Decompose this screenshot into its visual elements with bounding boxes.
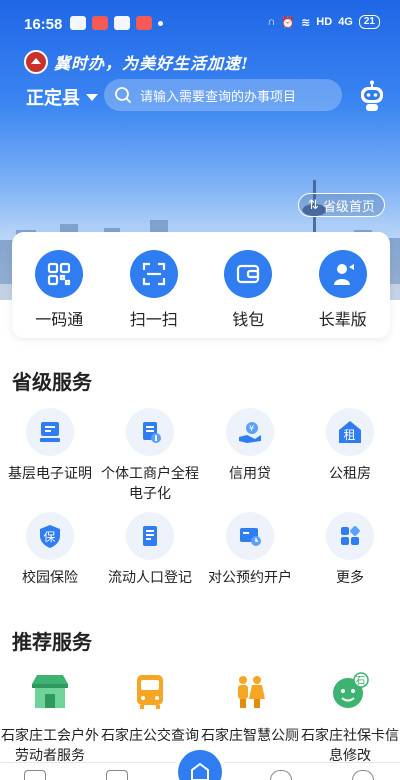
service-label: 公租房 bbox=[329, 465, 371, 481]
smart-toilet-icon bbox=[224, 666, 276, 718]
recommended-item[interactable]: 石 石家庄社保卡信息修改 bbox=[300, 666, 400, 765]
rent-house-icon: 租 bbox=[326, 408, 374, 456]
app-notification-icon bbox=[92, 16, 108, 30]
service-item[interactable]: 保 校园保险 bbox=[0, 512, 100, 587]
provincial-services-row-2: 保 校园保险 流动人口登记 对公预约开户 更多 bbox=[0, 512, 400, 587]
business-doc-icon bbox=[126, 408, 174, 456]
service-label: 校园保险 bbox=[22, 569, 78, 585]
service-label: 基层电子证明 bbox=[8, 465, 92, 481]
credit-loan-icon: ¥ bbox=[226, 408, 274, 456]
search-placeholder: 请输入需要查询的办事项目 bbox=[140, 88, 297, 104]
service-item[interactable]: 租 公租房 bbox=[300, 408, 400, 503]
service-label: 对公预约开户 bbox=[208, 569, 292, 585]
provincial-home-button[interactable]: ⇅ 省级首页 bbox=[298, 193, 385, 217]
provincial-services-title: 省级服务 bbox=[12, 372, 92, 394]
certificate-icon bbox=[26, 408, 74, 456]
headphone-icon: ∩ bbox=[267, 16, 276, 28]
quick-action-elder-mode[interactable]: 长辈版 bbox=[308, 250, 378, 338]
signal-icon: 4G bbox=[338, 16, 353, 28]
house-icon bbox=[191, 762, 209, 780]
news-icon bbox=[136, 16, 152, 30]
status-bar: 16:58 ∩ ⏰ ≋ HD 4G 21 bbox=[0, 0, 400, 46]
service-item[interactable]: 流动人口登记 bbox=[100, 512, 200, 587]
slogan-text: 冀时办，为美好生活加速! bbox=[54, 54, 250, 73]
recommended-item[interactable]: 石家庄公交查询 bbox=[100, 666, 200, 765]
social-security-icon: 石 bbox=[324, 666, 376, 718]
recommended-item[interactable]: 石家庄工会户外劳动者服务 bbox=[0, 666, 100, 765]
search-icon bbox=[115, 87, 131, 103]
quick-action-label: 一码通 bbox=[35, 312, 84, 329]
notification-icon bbox=[70, 16, 86, 30]
recommended-label: 石家庄智慧公厕 bbox=[201, 727, 299, 743]
service-label: 更多 bbox=[336, 569, 364, 585]
svg-text:¥: ¥ bbox=[249, 424, 254, 433]
search-input[interactable]: 请输入需要查询的办事项目 bbox=[104, 79, 342, 111]
robot-assistant-icon[interactable] bbox=[356, 80, 388, 112]
qr-code-icon bbox=[35, 250, 84, 298]
service-label: 流动人口登记 bbox=[108, 569, 192, 585]
bus-icon bbox=[124, 666, 176, 718]
wifi-icon: ≋ bbox=[301, 16, 311, 29]
quick-actions-card: 一码通 扫一扫 钱包 长辈版 bbox=[12, 232, 390, 338]
swap-icon: ⇅ bbox=[308, 197, 319, 212]
battery-icon: 21 bbox=[358, 15, 380, 29]
location-selector[interactable]: 正定县 bbox=[26, 84, 98, 110]
quick-action-label: 钱包 bbox=[232, 312, 265, 329]
app-emblem-icon bbox=[24, 50, 48, 74]
recommended-label: 石家庄工会户外劳动者服务 bbox=[1, 727, 99, 763]
service-item[interactable]: 更多 bbox=[300, 512, 400, 587]
more-notifications-icon bbox=[158, 21, 163, 26]
quick-action-label: 长辈版 bbox=[318, 312, 367, 329]
status-time: 16:58 bbox=[24, 16, 63, 33]
services-tab-icon[interactable] bbox=[106, 770, 128, 780]
recommended-services-title: 推荐服务 bbox=[12, 632, 92, 654]
provincial-services-row-1: 基层电子证明 个体工商户全程电子化 ¥ 信用贷 租 公租房 bbox=[0, 408, 400, 503]
network-type: HD bbox=[316, 16, 333, 28]
social-security-glyph: 石 bbox=[356, 676, 366, 687]
service-item[interactable]: 个体工商户全程电子化 bbox=[100, 408, 200, 503]
elder-mode-icon bbox=[318, 250, 367, 298]
scan-icon bbox=[129, 250, 178, 298]
service-label: 信用贷 bbox=[229, 465, 271, 481]
rent-house-glyph: 租 bbox=[344, 428, 356, 442]
quick-action-label: 扫一扫 bbox=[129, 312, 178, 329]
recommended-item[interactable]: 石家庄智慧公厕 bbox=[200, 666, 300, 765]
slogan-row: 冀时办，为美好生活加速! bbox=[24, 50, 249, 74]
recommended-label: 石家庄公交查询 bbox=[101, 727, 199, 743]
provincial-home-label: 省级首页 bbox=[322, 198, 375, 214]
recommended-label: 石家庄社保卡信息修改 bbox=[301, 727, 399, 763]
caret-down-icon bbox=[86, 93, 98, 101]
quick-action-scan[interactable]: 扫一扫 bbox=[119, 250, 189, 338]
population-register-icon bbox=[126, 512, 174, 560]
service-item[interactable]: ¥ 信用贷 bbox=[200, 408, 300, 503]
campus-insurance-icon: 保 bbox=[26, 512, 74, 560]
wechat-icon bbox=[114, 16, 130, 30]
service-label: 个体工商户全程电子化 bbox=[101, 465, 199, 501]
quick-action-qr-code[interactable]: 一码通 bbox=[24, 250, 94, 338]
alarm-icon: ⏰ bbox=[281, 16, 296, 29]
more-grid-icon bbox=[326, 512, 374, 560]
home-tab-icon[interactable] bbox=[24, 770, 46, 780]
account-booking-icon bbox=[226, 512, 274, 560]
wallet-icon bbox=[224, 250, 273, 298]
quick-action-wallet[interactable]: 钱包 bbox=[213, 250, 283, 338]
outdoor-worker-station-icon bbox=[24, 666, 76, 718]
service-item[interactable]: 对公预约开户 bbox=[200, 512, 300, 587]
location-label: 正定县 bbox=[26, 88, 80, 108]
service-item[interactable]: 基层电子证明 bbox=[0, 408, 100, 503]
campus-insurance-glyph: 保 bbox=[44, 530, 56, 544]
